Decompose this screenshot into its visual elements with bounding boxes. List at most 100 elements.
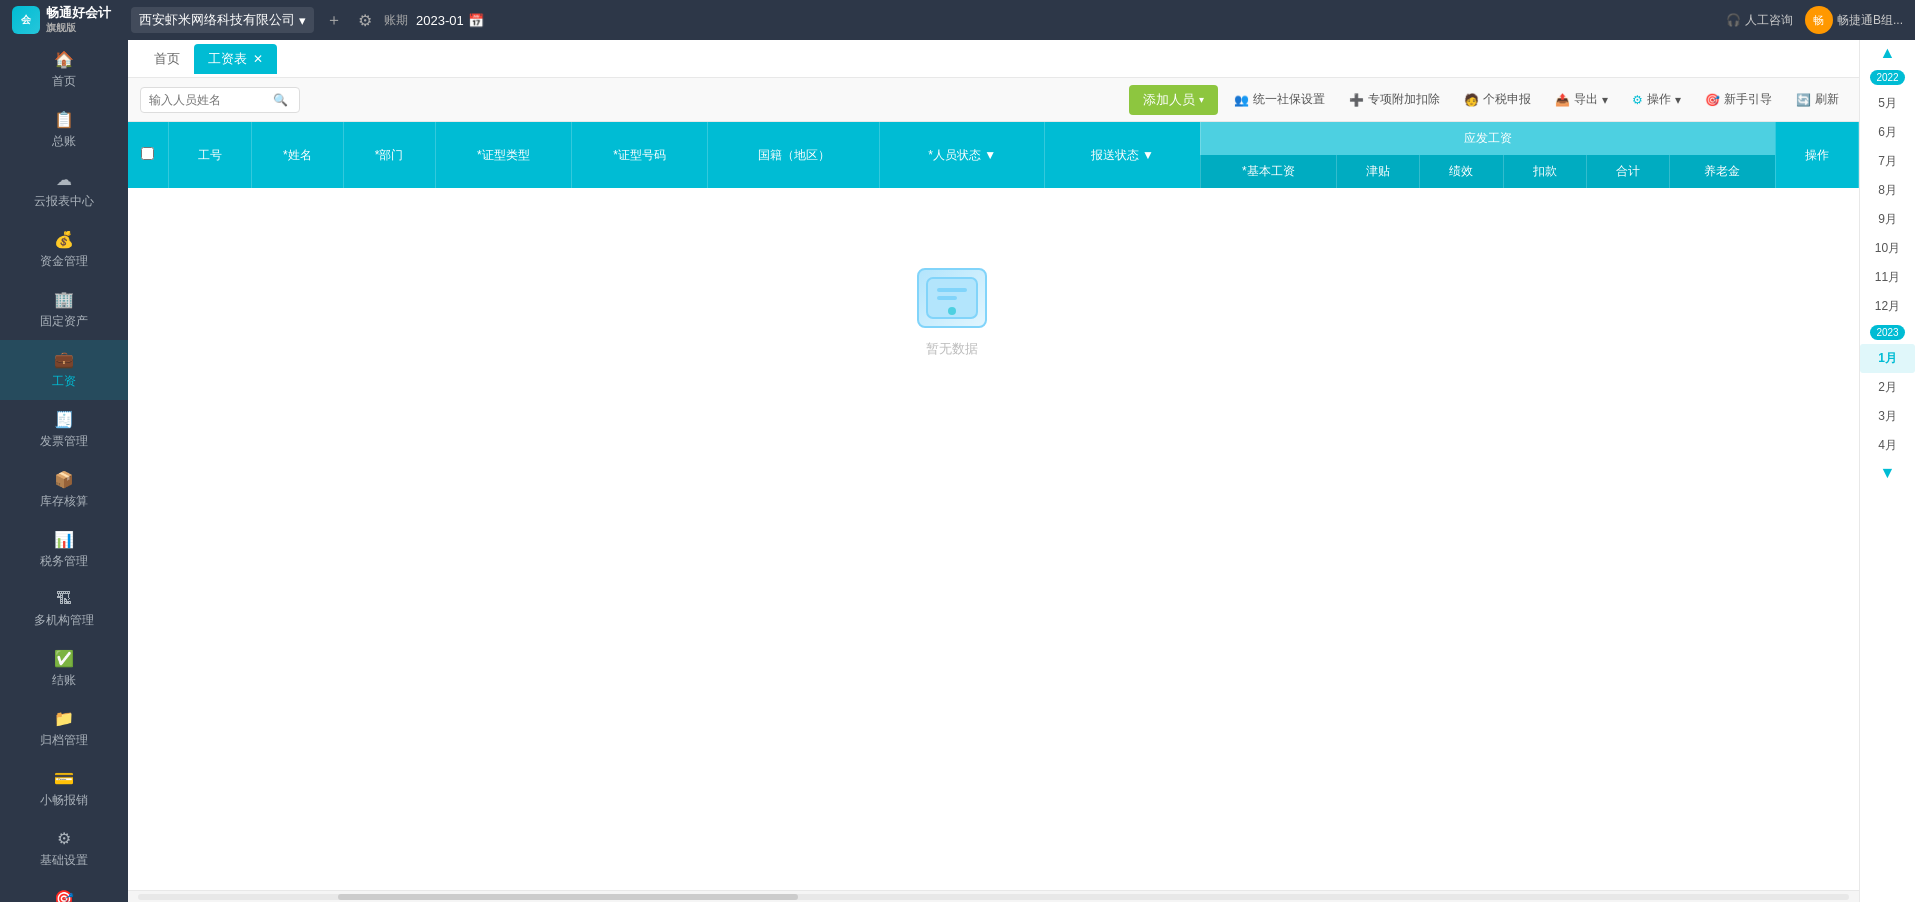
inventory-icon: 📦: [54, 470, 74, 489]
month-item-2022-8[interactable]: 8月: [1860, 176, 1915, 205]
month-item-2023-3[interactable]: 3月: [1860, 402, 1915, 431]
horizontal-scrollbar[interactable]: [128, 890, 1859, 902]
sidebar-item-inventory[interactable]: 📦 库存核算: [0, 460, 128, 520]
home-icon: 🏠: [54, 50, 74, 69]
sidebar-item-invoice[interactable]: 🧾 发票管理: [0, 400, 128, 460]
sidebar-item-guide[interactable]: 🎯 新手引导: [0, 879, 128, 902]
sidebar-item-archive[interactable]: 📁 归档管理: [0, 699, 128, 759]
checkbox-header[interactable]: [128, 122, 168, 188]
th-id-type: *证型类型: [435, 122, 571, 188]
export-arrow-icon: ▾: [1602, 93, 1608, 107]
filter-icon2: ▼: [1142, 148, 1154, 162]
month-item-2022-6[interactable]: 6月: [1860, 118, 1915, 147]
settings-icon[interactable]: ⚙: [354, 7, 376, 34]
month-item-2022-7[interactable]: 7月: [1860, 147, 1915, 176]
sidebar-item-settings[interactable]: ⚙ 基础设置: [0, 819, 128, 879]
year-2023-section: 2023 1月 2月 3月 4月: [1860, 321, 1915, 460]
tab-salary-table[interactable]: 工资表 ✕: [194, 44, 277, 74]
assets-icon: 🏢: [54, 290, 74, 309]
refresh-icon: 🔄: [1796, 93, 1811, 107]
add-company-icon[interactable]: ＋: [322, 6, 346, 35]
operation-icon: ⚙: [1632, 93, 1643, 107]
sidebar-item-home[interactable]: 🏠 首页: [0, 40, 128, 100]
th-total: 合计: [1586, 155, 1669, 188]
sidebar-item-assets[interactable]: 🏢 固定资产: [0, 280, 128, 340]
sidebar-item-close-account[interactable]: ✅ 结账: [0, 639, 128, 699]
scroll-up-icon[interactable]: ▲: [1876, 40, 1900, 66]
month-item-2023-1[interactable]: 1月: [1860, 344, 1915, 373]
close-account-icon: ✅: [54, 649, 74, 668]
human-service-button[interactable]: 🎧 人工咨询: [1726, 12, 1793, 29]
chevron-down-icon: ▾: [299, 13, 306, 28]
sidebar-item-cloud-report[interactable]: ☁ 云报表中心: [0, 160, 128, 220]
add-person-button[interactable]: 添加人员 ▾: [1129, 85, 1218, 115]
select-all-checkbox[interactable]: [141, 147, 154, 160]
salary-icon: 💼: [54, 350, 74, 369]
th-nationality: 国籍（地区）: [708, 122, 880, 188]
company-selector[interactable]: 西安虾米网络科技有限公司 ▾: [131, 7, 314, 33]
scroll-down-icon[interactable]: ▼: [1876, 460, 1900, 486]
sidebar-item-label: 资金管理: [40, 253, 88, 270]
month-item-2022-5[interactable]: 5月: [1860, 89, 1915, 118]
guide-button[interactable]: 🎯 新手引导: [1697, 87, 1780, 112]
period-label: 账期: [384, 12, 408, 29]
invoice-icon: 🧾: [54, 410, 74, 429]
multi-org-icon: 🏗: [56, 590, 72, 608]
sidebar-item-expense[interactable]: 💳 小畅报销: [0, 759, 128, 819]
export-button[interactable]: 📤 导出 ▾: [1547, 87, 1616, 112]
sidebar-item-multi-org[interactable]: 🏗 多机构管理: [0, 580, 128, 639]
sidebar-item-label: 云报表中心: [34, 193, 94, 210]
year-2022-section: 2022 5月 6月 7月 8月 9月 10月 11月 12月: [1860, 66, 1915, 321]
th-deduction: 扣款: [1503, 155, 1586, 188]
th-employee-id: 工号: [168, 122, 251, 188]
search-box[interactable]: 🔍: [140, 87, 300, 113]
user-menu[interactable]: 畅 畅捷通B组...: [1805, 6, 1903, 34]
logo-icon: 会: [12, 6, 40, 34]
month-item-2022-9[interactable]: 9月: [1860, 205, 1915, 234]
tax-declare-icon: 🧑: [1464, 93, 1479, 107]
month-item-2023-4[interactable]: 4月: [1860, 431, 1915, 460]
search-input[interactable]: [149, 93, 269, 107]
company-name: 西安虾米网络科技有限公司: [139, 11, 295, 29]
scroll-thumb[interactable]: [338, 894, 798, 900]
sidebar-item-label: 固定资产: [40, 313, 88, 330]
tab-close-icon[interactable]: ✕: [253, 52, 263, 66]
th-performance: 绩效: [1420, 155, 1503, 188]
archive-icon: 📁: [54, 709, 74, 728]
export-icon: 📤: [1555, 93, 1570, 107]
sidebar-item-ledger[interactable]: 📋 总账: [0, 100, 128, 160]
salary-table: 工号 *姓名 *部门 *证型类型 *证型号码 国籍（地区） *人员状态 ▼ 报送…: [128, 122, 1859, 890]
period-value[interactable]: 2023-01 📅: [416, 13, 484, 28]
sidebar-item-label: 库存核算: [40, 493, 88, 510]
scroll-track: [138, 894, 1849, 900]
month-item-2022-11[interactable]: 11月: [1860, 263, 1915, 292]
sidebar-item-label: 税务管理: [40, 553, 88, 570]
sidebar-item-tax[interactable]: 📊 税务管理: [0, 520, 128, 580]
svg-rect-1: [937, 288, 967, 292]
operation-button[interactable]: ⚙ 操作 ▾: [1624, 87, 1689, 112]
th-operations: 操作: [1775, 122, 1858, 188]
th-submit-status[interactable]: 报送状态 ▼: [1044, 122, 1200, 188]
tax-declare-button[interactable]: 🧑 个税申报: [1456, 87, 1539, 112]
th-allowance: 津贴: [1337, 155, 1420, 188]
month-selector: ▲ 2022 5月 6月 7月 8月 9月 10月 11月 12月 2023 1…: [1859, 40, 1915, 902]
th-status[interactable]: *人员状态 ▼: [880, 122, 1045, 188]
operation-arrow-icon: ▾: [1675, 93, 1681, 107]
expense-icon: 💳: [54, 769, 74, 788]
special-deduction-button[interactable]: ➕ 专项附加扣除: [1341, 87, 1448, 112]
month-item-2023-2[interactable]: 2月: [1860, 373, 1915, 402]
dropdown-arrow-icon: ▾: [1199, 94, 1204, 105]
empty-icon: [917, 268, 987, 328]
search-icon: 🔍: [273, 93, 288, 107]
svg-rect-2: [937, 296, 957, 300]
sidebar-item-salary[interactable]: 💼 工资: [0, 340, 128, 400]
tab-home[interactable]: 首页: [140, 44, 194, 74]
sidebar-item-label: 归档管理: [40, 732, 88, 749]
app-logo: 会 畅通好会计 旗舰版: [12, 5, 111, 35]
month-item-2022-10[interactable]: 10月: [1860, 234, 1915, 263]
social-security-icon: 👥: [1234, 93, 1249, 107]
month-item-2022-12[interactable]: 12月: [1860, 292, 1915, 321]
refresh-button[interactable]: 🔄 刷新: [1788, 87, 1847, 112]
social-security-button[interactable]: 👥 统一社保设置: [1226, 87, 1333, 112]
sidebar-item-finance[interactable]: 💰 资金管理: [0, 220, 128, 280]
